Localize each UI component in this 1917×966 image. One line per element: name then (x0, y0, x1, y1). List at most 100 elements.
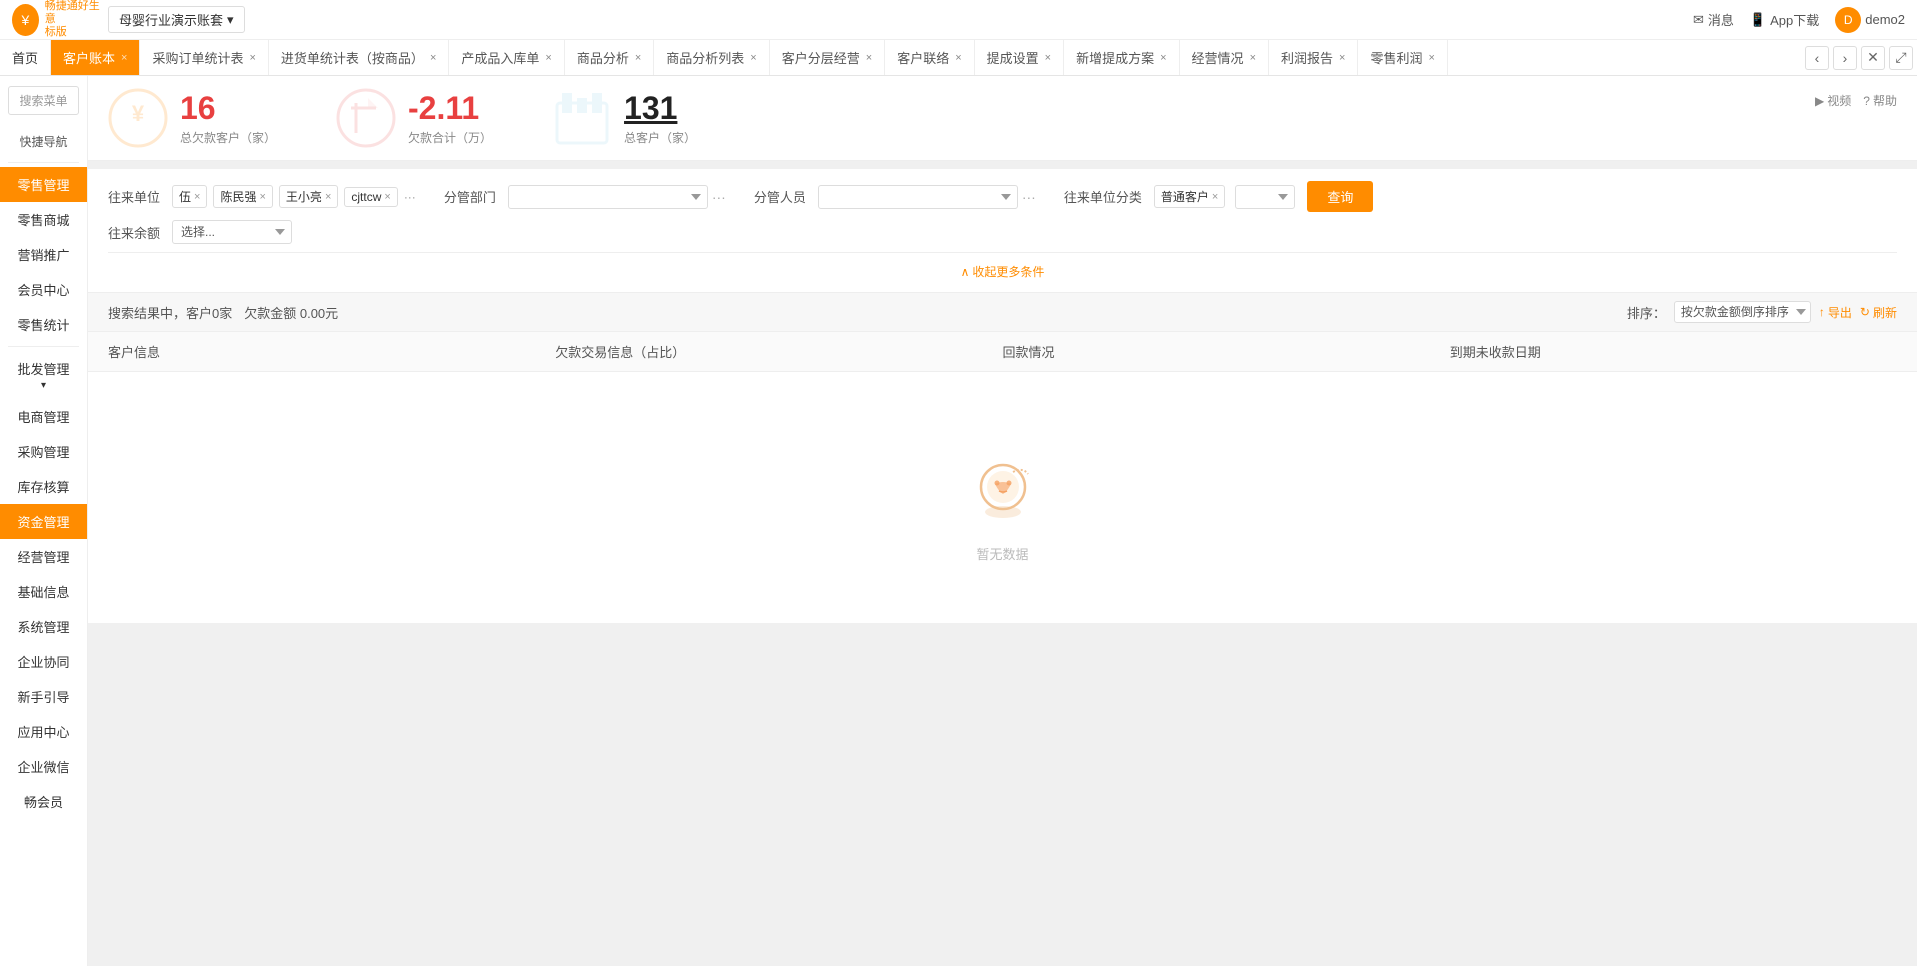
nav-prev-btn[interactable]: ‹ (1805, 46, 1829, 70)
close-tab-new-promotion[interactable]: × (1160, 52, 1166, 64)
sidebar-item-enterprise-coop[interactable]: 企业协同 (0, 644, 87, 679)
total-debtors-value: 16 (180, 90, 276, 127)
export-btn[interactable]: ↑ 导出 (1819, 304, 1852, 321)
sort-area: 排序： 按欠款金额倒序排序 ↑ 导出 ↻ 刷新 (1627, 301, 1897, 323)
table-header-due-date: 到期未收款日期 (1450, 342, 1897, 361)
close-tab-profit[interactable]: × (1339, 52, 1345, 64)
close-tab-contact[interactable]: × (955, 52, 961, 64)
chevron-down-icon: ▾ (41, 380, 46, 391)
sidebar-item-member[interactable]: 畅会员 (0, 784, 87, 819)
sidebar-search-area: 搜索菜单 (0, 76, 87, 121)
tab-promotion-settings[interactable]: 提成设置 × (975, 40, 1064, 76)
tab-product-instock[interactable]: 产成品入库单 × (449, 40, 564, 76)
sidebar-item-marketing[interactable]: 营销推广 (0, 237, 87, 272)
table-header-customer-info: 客户信息 (108, 342, 555, 361)
person-filter-wrap: ··· (818, 185, 1036, 209)
remove-tag-cjttcw[interactable]: × (384, 191, 390, 203)
filter-more-tags[interactable]: ··· (404, 190, 416, 204)
messages-btn[interactable]: ✉ 消息 (1693, 10, 1734, 29)
close-tab-retail-profit[interactable]: × (1428, 52, 1434, 64)
close-tab-purchase[interactable]: × (249, 52, 255, 64)
tab-product-analysis[interactable]: 商品分析 × (565, 40, 654, 76)
remove-tag-wang[interactable]: × (325, 191, 331, 203)
remove-tag-wu[interactable]: × (194, 191, 200, 203)
tab-operating-status[interactable]: 经营情况 × (1180, 40, 1269, 76)
search-menu-btn[interactable]: 搜索菜单 (8, 86, 79, 115)
query-button[interactable]: 查询 (1307, 181, 1373, 212)
store-selector[interactable]: 母婴行业演示账套 ▾ (108, 6, 245, 33)
close-tab-customer-book[interactable]: × (121, 52, 127, 64)
sidebar-item-app-center[interactable]: 应用中心 (0, 714, 87, 749)
sidebar-item-operations[interactable]: 经营管理 (0, 539, 87, 574)
dept-filter-label: 分管部门 (444, 187, 496, 206)
sidebar-item-ecommerce[interactable]: 电商管理 (0, 399, 87, 434)
close-tab-tier[interactable]: × (866, 52, 872, 64)
close-tab-ops[interactable]: × (1250, 52, 1256, 64)
user-menu[interactable]: D demo2 (1835, 7, 1905, 33)
arrears-text: 欠款金额 0.00元 (244, 303, 338, 322)
person-filter-dots[interactable]: ··· (1022, 189, 1036, 205)
close-tab-analysis[interactable]: × (635, 52, 641, 64)
unit-class-select[interactable] (1235, 185, 1295, 209)
tab-incoming-stats[interactable]: 进货单统计表（按商品） × (269, 40, 449, 76)
empty-state: 暂无数据 (88, 372, 1917, 623)
remove-tag-chen[interactable]: × (259, 191, 265, 203)
sidebar-item-member-center[interactable]: 会员中心 (0, 272, 87, 307)
dept-filter-select[interactable] (508, 185, 708, 209)
help-btn[interactable]: ? 帮助 (1863, 92, 1897, 109)
tab-new-promotion[interactable]: 新增提成方案 × (1064, 40, 1179, 76)
logo-text: 畅捷通好生意 标版 (45, 0, 100, 39)
dept-filter-dots[interactable]: ··· (712, 189, 726, 205)
sidebar-item-inventory[interactable]: 库存核算 (0, 469, 87, 504)
tab-profit-report[interactable]: 利润报告 × (1269, 40, 1358, 76)
total-debtors-label: 总欠款客户（家） (180, 129, 276, 146)
close-tab-promotion[interactable]: × (1045, 52, 1051, 64)
export-icon: ↑ (1819, 305, 1825, 319)
sidebar-item-enterprise-wx[interactable]: 企业微信 (0, 749, 87, 784)
quick-nav-link[interactable]: 快捷导航 (8, 129, 79, 154)
app-download-btn[interactable]: 📱 App下载 (1750, 10, 1819, 29)
avatar: D (1835, 7, 1861, 33)
results-bar: 搜索结果中，客户0家 欠款金额 0.00元 排序： 按欠款金额倒序排序 ↑ 导出… (88, 293, 1917, 332)
tab-customer-contact[interactable]: 客户联络 × (885, 40, 974, 76)
nav-close-all-btn[interactable]: ✕ (1861, 46, 1885, 70)
sidebar-item-newbie[interactable]: 新手引导 (0, 679, 87, 714)
sidebar-item-wholesale[interactable]: 批发管理 ▾ (0, 351, 87, 399)
sidebar-item-retail-shop[interactable]: 零售商城 (0, 202, 87, 237)
tab-home[interactable]: 首页 (0, 40, 51, 76)
nav-next-btn[interactable]: › (1833, 46, 1857, 70)
logo-icon: ¥ (12, 4, 39, 36)
close-tab-analysis-list[interactable]: × (750, 52, 756, 64)
tab-retail-profit[interactable]: 零售利润 × (1358, 40, 1447, 76)
filter-row-1: 往来单位 伍 × 陈民强 × 王小亮 × cjttcw (108, 181, 1897, 212)
tab-purchase-order-stats[interactable]: 采购订单统计表 × (140, 40, 268, 76)
download-icon: 📱 (1750, 12, 1766, 28)
remove-tag-common[interactable]: × (1212, 191, 1218, 203)
sidebar-item-retail[interactable]: 零售管理 (0, 167, 87, 202)
empty-text: 暂无数据 (976, 544, 1028, 563)
sidebar-item-basic-info[interactable]: 基础信息 (0, 574, 87, 609)
tab-customer-tier[interactable]: 客户分层经营 × (770, 40, 885, 76)
sidebar-item-system[interactable]: 系统管理 (0, 609, 87, 644)
sort-select[interactable]: 按欠款金额倒序排序 (1674, 301, 1811, 323)
nav-expand-btn[interactable]: ⤢ (1889, 46, 1913, 70)
total-arrears-value: -2.11 (408, 90, 492, 127)
refresh-icon: ↻ (1860, 305, 1870, 319)
svg-text:¥: ¥ (132, 101, 145, 126)
close-tab-instock[interactable]: × (545, 52, 551, 64)
tab-customer-book[interactable]: 客户账本 × (51, 40, 140, 76)
filter-bar: 往来单位 伍 × 陈民强 × 王小亮 × cjttcw (88, 169, 1917, 293)
main-layout: 搜索菜单 快捷导航 零售管理 零售商城 营销推广 会员中心 零售统计 批发管理 … (0, 76, 1917, 966)
sidebar-item-purchase[interactable]: 采购管理 (0, 434, 87, 469)
close-tab-incoming[interactable]: × (430, 52, 436, 64)
question-icon: ? (1863, 94, 1870, 108)
refresh-btn[interactable]: ↻ 刷新 (1860, 304, 1897, 321)
sidebar-item-finance[interactable]: 资金管理 (0, 504, 87, 539)
tab-product-analysis-list[interactable]: 商品分析列表 × (654, 40, 769, 76)
video-help-btn[interactable]: ▶ 视频 (1815, 92, 1851, 109)
collapse-filter-btn[interactable]: ∧ 收起更多条件 (961, 259, 1045, 284)
person-filter-select[interactable] (818, 185, 1018, 209)
sidebar-item-retail-stats[interactable]: 零售统计 (0, 307, 87, 342)
remainder-filter-select[interactable]: 选择... (172, 220, 292, 244)
filter-tag-common-customer: 普通客户 × (1154, 185, 1225, 208)
